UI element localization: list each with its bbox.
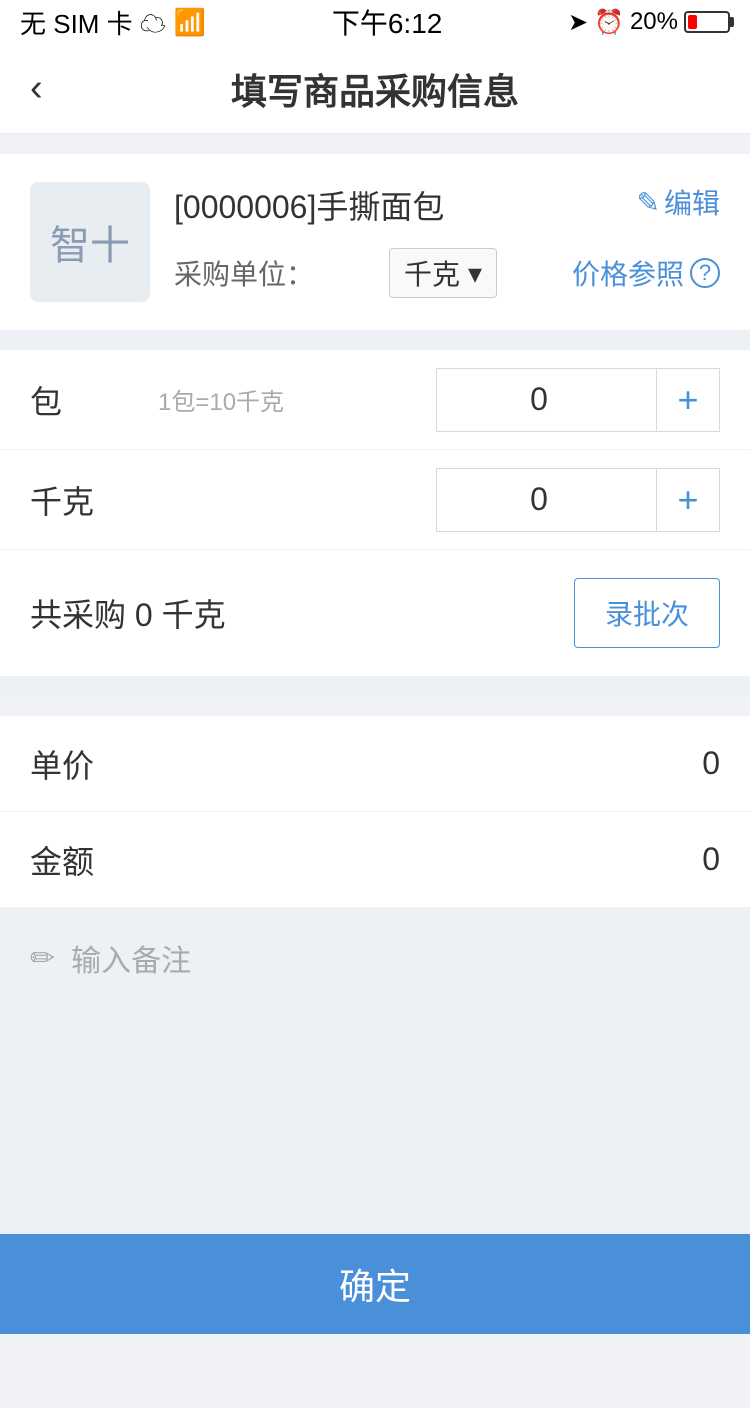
remark-placeholder: 输入备注	[71, 936, 191, 980]
amount-row: 金额 0	[0, 812, 750, 908]
status-time: 下午6:12	[332, 2, 443, 42]
status-left: 无 SIM 卡 ☁ 📶	[20, 4, 206, 41]
bao-plus-button[interactable]: +	[656, 368, 720, 432]
battery-icon	[684, 11, 730, 33]
info-icon: ?	[690, 258, 720, 288]
summary-row: 共采购 0 千克 录批次	[0, 550, 750, 676]
price-ref-button[interactable]: 价格参照 ?	[572, 253, 720, 293]
kg-input-right: +	[150, 468, 720, 532]
kg-label: 千克	[30, 477, 150, 523]
bao-input-row: 包 1包=10千克 +	[0, 350, 750, 450]
section-divider-2	[0, 676, 750, 696]
unit-row: 采购单位： 千克 ▾ 价格参照 ?	[174, 248, 720, 298]
product-name-row: [0000006]手撕面包 ✎ 编辑	[174, 182, 720, 228]
amount-value: 0	[702, 841, 720, 878]
price-section: 单价 0 金额 0	[0, 716, 750, 908]
back-button[interactable]: ‹	[30, 67, 43, 110]
product-logo: 智十	[50, 213, 130, 271]
kg-quantity-input[interactable]	[436, 468, 656, 532]
edit-button[interactable]: ✎ 编辑	[637, 182, 720, 222]
status-right: ➤ ⏰ 20%	[568, 8, 730, 37]
sim-label: 无 SIM 卡 ☁	[20, 4, 166, 41]
product-image: 智十	[30, 182, 150, 302]
battery-percentage: 20%	[630, 8, 678, 36]
batch-button[interactable]: 录批次	[574, 578, 720, 648]
remark-section[interactable]: ✏ 输入备注	[0, 908, 750, 1008]
input-section: 包 1包=10千克 + 千克 +	[0, 350, 750, 550]
total-purchase-text: 共采购 0 千克	[30, 590, 226, 636]
unit-price-value: 0	[702, 745, 720, 782]
price-ref-label: 价格参照	[572, 253, 684, 293]
section-divider-1	[0, 330, 750, 350]
kg-input-row: 千克 +	[0, 450, 750, 550]
unit-price-label: 单价	[30, 741, 94, 787]
product-name: [0000006]手撕面包	[174, 182, 444, 228]
location-icon: ➤	[568, 8, 588, 37]
chevron-down-icon: ▾	[468, 257, 482, 290]
page-title: 填写商品采购信息	[231, 63, 519, 115]
edit-label: 编辑	[664, 182, 720, 222]
unit-value: 千克	[404, 253, 460, 293]
kg-plus-button[interactable]: +	[656, 468, 720, 532]
amount-label: 金额	[30, 837, 94, 883]
confirm-button-wrap: 确定	[0, 1234, 750, 1334]
status-bar: 无 SIM 卡 ☁ 📶 下午6:12 ➤ ⏰ 20%	[0, 0, 750, 44]
bao-label: 包	[30, 377, 150, 423]
unit-price-row: 单价 0	[0, 716, 750, 812]
bao-quantity-input[interactable]	[436, 368, 656, 432]
pencil-icon: ✏	[30, 941, 55, 976]
bao-sublabel: 1包=10千克	[158, 382, 284, 417]
edit-icon: ✎	[637, 186, 660, 219]
wifi-icon: 📶	[174, 7, 206, 38]
unit-label: 采购单位：	[174, 253, 314, 293]
product-info: [0000006]手撕面包 ✎ 编辑 采购单位： 千克 ▾ 价格参照 ?	[174, 182, 720, 298]
product-card: 智十 [0000006]手撕面包 ✎ 编辑 采购单位： 千克 ▾ 价格参照 ?	[0, 154, 750, 330]
alarm-icon: ⏰	[594, 8, 624, 37]
unit-select[interactable]: 千克 ▾	[389, 248, 497, 298]
confirm-button[interactable]: 确定	[0, 1234, 750, 1334]
bao-input-right: +	[284, 368, 720, 432]
nav-bar: ‹ 填写商品采购信息	[0, 44, 750, 134]
